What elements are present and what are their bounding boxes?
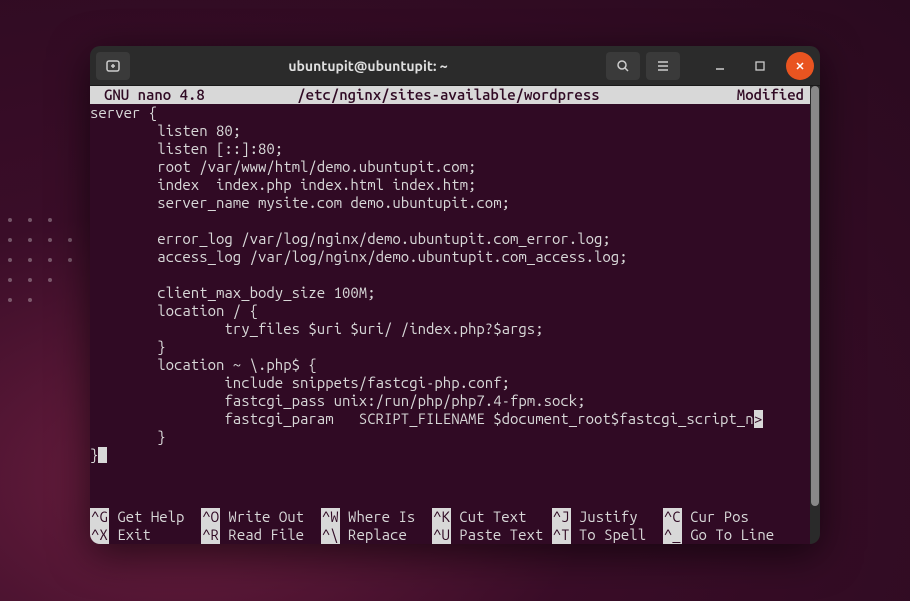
shortcut-label: Read File	[220, 526, 321, 544]
editor-lines[interactable]: server { listen 80; listen [::]:80; root…	[90, 104, 810, 464]
editor-line[interactable]: client_max_body_size 100M;	[90, 284, 810, 302]
editor-line[interactable]: server {	[90, 104, 810, 122]
close-button[interactable]	[786, 52, 814, 80]
editor-line[interactable]: location ~ \.php$ {	[90, 356, 810, 374]
editor-line[interactable]: error_log /var/log/nginx/demo.ubuntupit.…	[90, 230, 810, 248]
minimize-icon	[715, 61, 725, 71]
shortcut-key: ^J	[552, 508, 571, 526]
editor-line[interactable]: server_name mysite.com demo.ubuntupit.co…	[90, 194, 810, 212]
editor-line[interactable]	[90, 266, 810, 284]
shortcut-label: Where Is	[340, 508, 432, 526]
shortcut-key: ^W	[321, 508, 340, 526]
scrollbar-thumb[interactable]	[811, 86, 819, 506]
shortcut-label: Exit	[109, 526, 201, 544]
shortcut-key: ^R	[201, 526, 220, 544]
cursor	[98, 447, 107, 463]
shortcut-label: Replace	[340, 526, 432, 544]
shortcut-item: ^_ Go To Line	[663, 526, 791, 544]
editor-line[interactable]: listen 80;	[90, 122, 810, 140]
shortcut-item: ^O Write Out	[201, 508, 321, 526]
editor-line[interactable]: root /var/www/html/demo.ubuntupit.com;	[90, 158, 810, 176]
shortcut-key: ^K	[432, 508, 451, 526]
shortcut-key: ^C	[663, 508, 682, 526]
shortcut-label: Cur Pos	[682, 508, 791, 526]
nano-modified-label: Modified	[737, 86, 810, 104]
close-icon	[795, 61, 805, 71]
shortcut-item: ^X Exit	[90, 526, 201, 544]
hamburger-icon	[655, 58, 671, 74]
shortcut-label: Cut Text	[451, 508, 552, 526]
terminal-window: ubuntupit@ubuntupit: ~ GNU nano 4.8 /etc…	[90, 46, 820, 544]
shortcut-item: ^J Justify	[552, 508, 663, 526]
minimize-button[interactable]	[706, 52, 734, 80]
editor-line[interactable]: }	[90, 446, 810, 464]
shortcut-item: ^T To Spell	[552, 526, 663, 544]
shortcut-label: Paste Text	[451, 526, 552, 544]
shortcut-label: Get Help	[109, 508, 201, 526]
shortcut-item: ^R Read File	[201, 526, 321, 544]
editor-line[interactable]: location / {	[90, 302, 810, 320]
shortcut-key: ^_	[663, 526, 682, 544]
window-title: ubuntupit@ubuntupit: ~	[136, 58, 600, 74]
editor-content[interactable]: GNU nano 4.8 /etc/nginx/sites-available/…	[90, 86, 810, 544]
maximize-button[interactable]	[746, 52, 774, 80]
search-button[interactable]	[606, 52, 640, 80]
shortcut-item: ^W Where Is	[321, 508, 432, 526]
editor-line[interactable]: fastcgi_param SCRIPT_FILENAME $document_…	[90, 410, 810, 428]
scrollbar[interactable]	[810, 86, 820, 544]
editor-line[interactable]: fastcgi_pass unix:/run/php/php7.4-fpm.so…	[90, 392, 810, 410]
editor-line[interactable]: try_files $uri $uri/ /index.php?$args;	[90, 320, 810, 338]
shortcut-label: To Spell	[571, 526, 663, 544]
editor-line[interactable]: }	[90, 428, 810, 446]
new-tab-icon	[105, 58, 121, 74]
shortcut-item: ^\ Replace	[321, 526, 432, 544]
nano-app-name: GNU nano 4.8	[90, 86, 205, 104]
shortcut-item: ^C Cur Pos	[663, 508, 791, 526]
maximize-icon	[755, 61, 765, 71]
terminal-body[interactable]: GNU nano 4.8 /etc/nginx/sites-available/…	[90, 86, 820, 544]
shortcut-key: ^G	[90, 508, 109, 526]
shortcut-key: ^O	[201, 508, 220, 526]
shortcut-item: ^K Cut Text	[432, 508, 552, 526]
menu-button[interactable]	[646, 52, 680, 80]
editor-line[interactable]: }	[90, 338, 810, 356]
editor-line[interactable]: include snippets/fastcgi-php.conf;	[90, 374, 810, 392]
shortcut-key: ^\	[321, 526, 340, 544]
search-icon	[615, 58, 631, 74]
new-tab-button[interactable]	[96, 52, 130, 80]
desktop-decoration	[0, 210, 80, 330]
editor-line[interactable]	[90, 212, 810, 230]
editor-line[interactable]: listen [::]:80;	[90, 140, 810, 158]
nano-file-path: /etc/nginx/sites-available/wordpress	[297, 86, 599, 104]
shortcut-label: Write Out	[220, 508, 321, 526]
shortcut-item: ^U Paste Text	[432, 526, 552, 544]
nano-header: GNU nano 4.8 /etc/nginx/sites-available/…	[90, 86, 810, 104]
overflow-marker: >	[754, 410, 763, 428]
editor-line[interactable]: index index.php index.html index.htm;	[90, 176, 810, 194]
shortcut-row-2: ^X Exit ^R Read File ^\ Replace ^U Paste…	[90, 526, 810, 544]
shortcut-item: ^G Get Help	[90, 508, 201, 526]
shortcut-label: Go To Line	[682, 526, 791, 544]
window-titlebar: ubuntupit@ubuntupit: ~	[90, 46, 820, 86]
editor-line[interactable]: access_log /var/log/nginx/demo.ubuntupit…	[90, 248, 810, 266]
shortcut-label: Justify	[571, 508, 663, 526]
shortcut-key: ^T	[552, 526, 571, 544]
nano-shortcuts: ^G Get Help ^O Write Out ^W Where Is ^K …	[90, 508, 810, 544]
shortcut-row-1: ^G Get Help ^O Write Out ^W Where Is ^K …	[90, 508, 810, 526]
shortcut-key: ^X	[90, 526, 109, 544]
shortcut-key: ^U	[432, 526, 451, 544]
